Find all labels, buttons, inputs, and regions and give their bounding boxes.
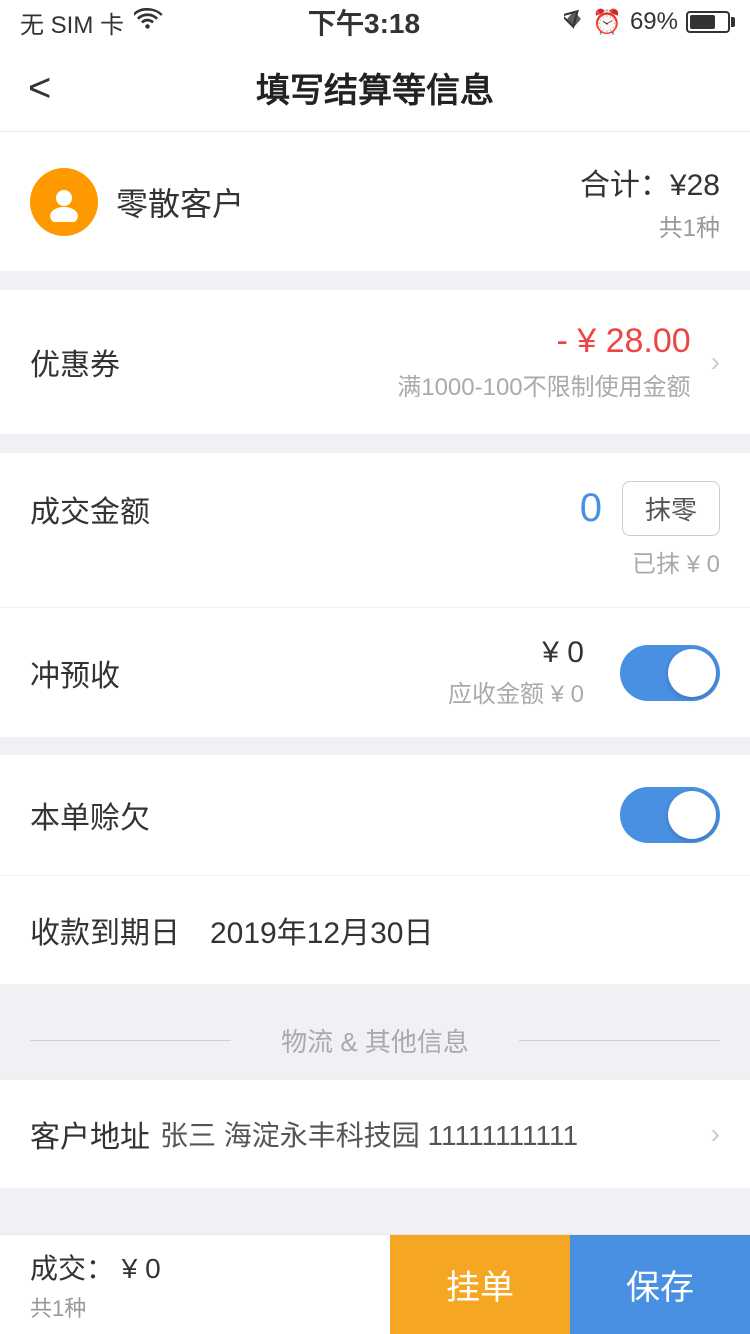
- due-date-label: 收款到期日: [30, 908, 180, 952]
- prepay-label: 冲预收: [30, 651, 120, 695]
- address-row[interactable]: 客户地址 张三 海淀永丰科技园 11111111111 ›: [0, 1079, 750, 1188]
- avatar: [30, 168, 98, 236]
- deal-value[interactable]: 0: [580, 486, 602, 531]
- deal-sub: 已抹 ¥ 0: [30, 544, 720, 579]
- total-amount: 合计：¥28: [580, 160, 720, 204]
- prepay-toggle[interactable]: [620, 645, 720, 701]
- debt-toggle[interactable]: [620, 787, 720, 843]
- time-text: 下午3:18: [308, 2, 420, 42]
- location-icon: [564, 8, 584, 36]
- bottom-summary: 成交： ¥ 0 共1种: [0, 1235, 390, 1334]
- bottom-deal-amount: ¥ 0: [122, 1253, 161, 1284]
- total-count: 共1种: [580, 208, 720, 243]
- carrier-text: 无 SIM 卡: [20, 5, 124, 40]
- coupon-label: 优惠券: [30, 340, 120, 384]
- logistics-label: 物流 & 其他信息: [281, 1022, 469, 1059]
- coupon-row[interactable]: 优惠券 - ¥ 28.00 满1000-100不限制使用金额 ›: [0, 289, 750, 434]
- bottom-deal-label: 成交：: [30, 1253, 114, 1284]
- prepay-sub: 应收金额 ¥ 0: [448, 674, 584, 709]
- prepay-amount: ¥ 0: [448, 636, 584, 670]
- deal-amount-row: 成交金额 0 抹零 已抹 ¥ 0: [0, 452, 750, 607]
- bottom-count: 共1种: [30, 1291, 360, 1323]
- battery-icon: [686, 11, 730, 33]
- bottom-bar: 成交： ¥ 0 共1种 挂单 保存: [0, 1234, 750, 1334]
- coupon-value: - ¥ 28.00: [556, 322, 690, 361]
- address-label: 客户地址: [30, 1112, 150, 1156]
- toggle-knob: [668, 649, 716, 697]
- customer-name: 零散客户: [116, 179, 244, 225]
- status-right: ⏰ 69%: [564, 8, 730, 37]
- coupon-chevron-icon: ›: [711, 346, 720, 378]
- hang-button[interactable]: 挂单: [390, 1235, 570, 1334]
- bottom-deal-line: 成交： ¥ 0: [30, 1247, 360, 1287]
- customer-section: 零散客户 合计：¥28 共1种: [0, 132, 750, 271]
- round-button[interactable]: 抹零: [622, 481, 720, 536]
- address-section: 客户地址 张三 海淀永丰科技园 11111111111 ›: [0, 1079, 750, 1188]
- coupon-sub: 满1000-100不限制使用金额: [397, 367, 690, 402]
- save-button[interactable]: 保存: [570, 1235, 750, 1334]
- status-left: 无 SIM 卡: [20, 5, 164, 40]
- debt-section: 本单赊欠 收款到期日 2019年12月30日: [0, 755, 750, 984]
- address-value: 张三 海淀永丰科技园 11111111111: [160, 1114, 701, 1154]
- wifi-icon: [134, 8, 164, 37]
- deal-label: 成交金额: [30, 487, 150, 531]
- customer-row: 零散客户 合计：¥28 共1种: [0, 132, 750, 271]
- status-bar: 无 SIM 卡 下午3:18 ⏰ 69%: [0, 0, 750, 44]
- logistics-header: 物流 & 其他信息: [0, 1002, 750, 1079]
- battery-percent: 69%: [630, 8, 678, 36]
- deal-section: 成交金额 0 抹零 已抹 ¥ 0 冲预收 ¥ 0 应收金额 ¥ 0: [0, 452, 750, 737]
- debt-row: 本单赊欠: [0, 755, 750, 875]
- prepay-row: 冲预收 ¥ 0 应收金额 ¥ 0: [0, 607, 750, 737]
- debt-toggle-knob: [668, 791, 716, 839]
- address-chevron-icon: ›: [711, 1118, 720, 1150]
- alarm-icon: ⏰: [592, 8, 622, 37]
- debt-label: 本单赊欠: [30, 793, 150, 837]
- nav-bar: < 填写结算等信息: [0, 44, 750, 132]
- due-date-row: 收款到期日 2019年12月30日: [0, 875, 750, 984]
- due-date-value: 2019年12月30日: [210, 908, 433, 952]
- coupon-section[interactable]: 优惠券 - ¥ 28.00 满1000-100不限制使用金额 ›: [0, 289, 750, 434]
- back-button[interactable]: <: [28, 68, 51, 108]
- page-title: 填写结算等信息: [256, 63, 494, 112]
